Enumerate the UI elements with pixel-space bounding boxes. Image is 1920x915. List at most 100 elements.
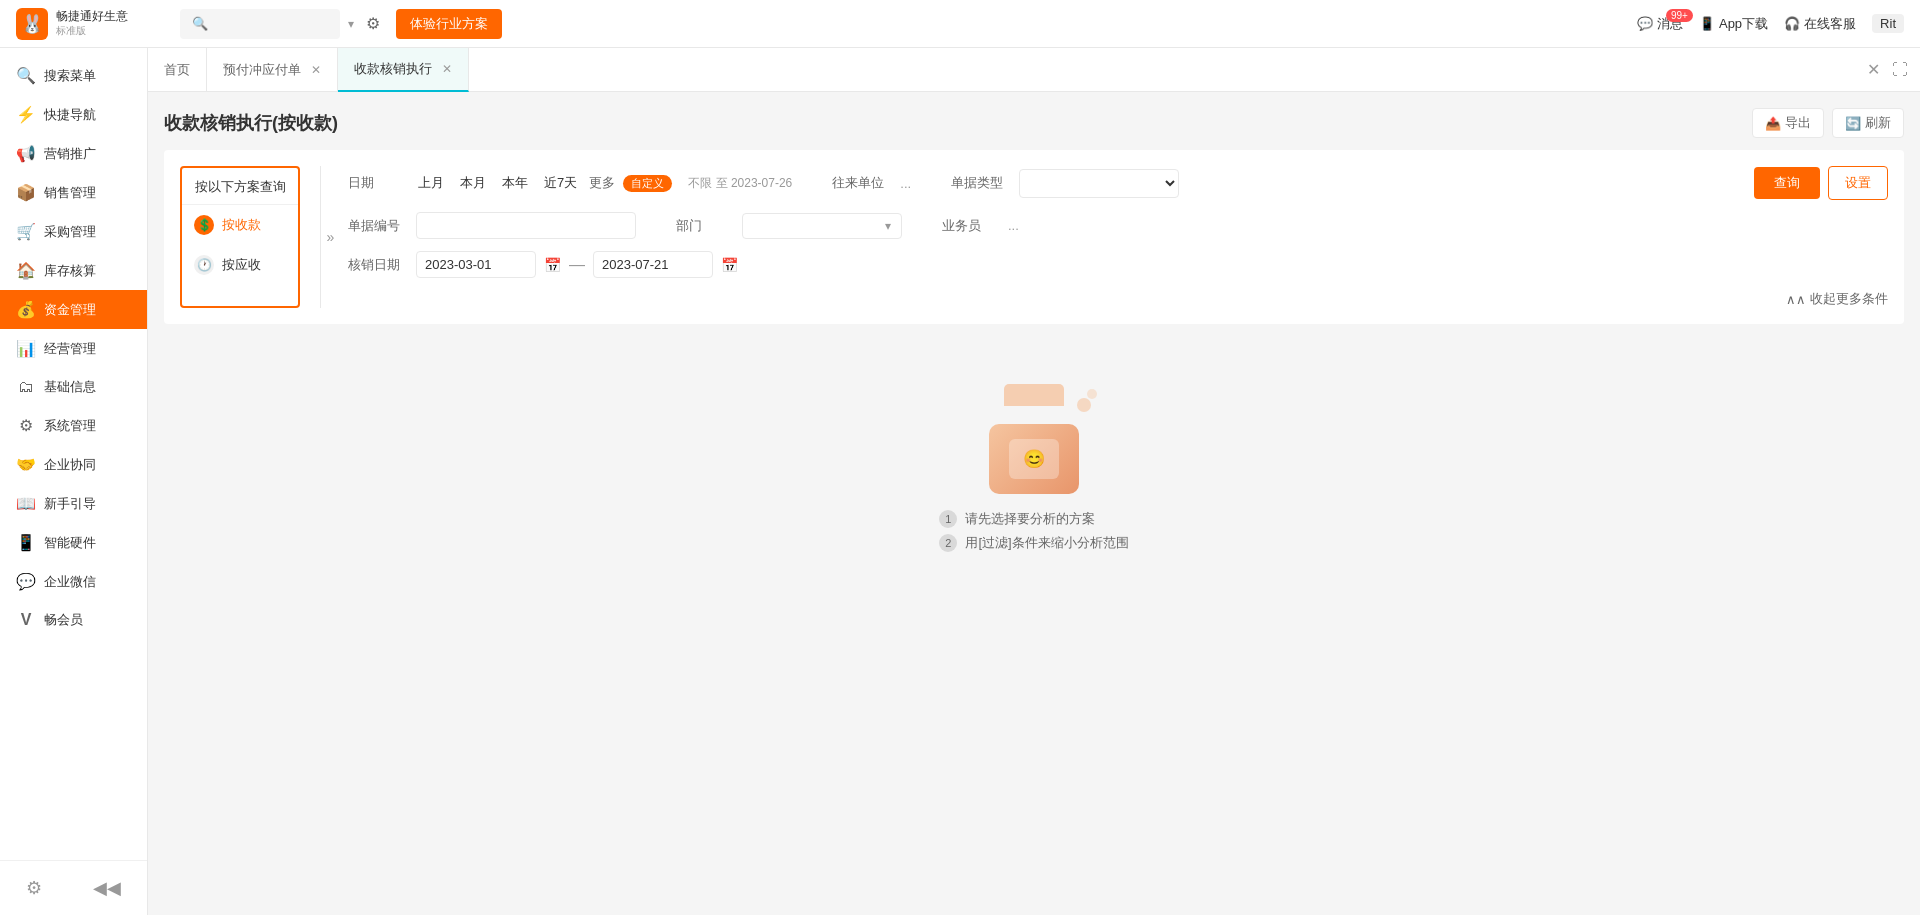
tab-receipt-verify[interactable]: 收款核销执行 ✕ [338,48,469,92]
dept-label: 部门 [676,217,726,235]
sidebar-item-finance[interactable]: 💰 资金管理 [0,290,147,329]
sidebar-item-member[interactable]: V 畅会员 [0,601,147,639]
filter-sidebar: 按以下方案查询 💲 按收款 🕐 按应收 [180,166,300,308]
filter-actions: 查询 设置 [1754,166,1888,200]
search-menu-icon: 🔍 [16,66,36,85]
basic-info-icon: 🗂 [16,378,36,396]
staff-label: 业务员 [942,217,992,235]
top-bar-right: 💬 消息 99+ 📱 App下载 🎧 在线客服 Rit [1637,14,1904,33]
receivable-option-icon: 🕐 [194,255,214,275]
sidebar-item-guide[interactable]: 📖 新手引导 [0,484,147,523]
sidebar-item-quicknav[interactable]: ⚡ 快捷导航 [0,95,147,134]
sidebar-item-marketing[interactable]: 📢 营销推广 [0,134,147,173]
tab-maximize-icon[interactable]: ⛶ [1888,57,1912,83]
online-service-button[interactable]: 🎧 在线客服 [1784,15,1856,33]
empty-tips: 1 请先选择要分析的方案 2 用[过滤]条件来缩小分析范围 [939,510,1128,552]
finance-icon: 💰 [16,300,36,319]
filter-settings-button[interactable]: 设置 [1828,166,1888,200]
doc-num-input[interactable] [416,212,636,239]
page-content: 收款核销执行(按收款) 📤 导出 🔄 刷新 按以 [148,92,1920,915]
dept-arrow-icon: ▾ [885,219,891,233]
date-sub-label: 不限 至 2023-07-26 [688,175,792,192]
dept-select[interactable]: ▾ [742,213,902,239]
sales-icon: 📦 [16,183,36,202]
refresh-icon: 🔄 [1845,116,1861,131]
sidebar-item-system[interactable]: ⚙ 系统管理 [0,406,147,445]
logo-name: 畅捷通好生意 [56,9,128,25]
marketing-icon: 📢 [16,144,36,163]
tab-close-all-icon[interactable]: ✕ [1863,56,1884,83]
verify-date-end-cal-icon[interactable]: 📅 [721,257,738,273]
top-bar: 🐰 畅捷通好生意 标准版 🔍 ▾ ⚙ 体验行业方案 💬 消息 99+ 📱 App… [0,0,1920,48]
filter-option-by-receivable[interactable]: 🕐 按应收 [182,245,298,285]
msg-button[interactable]: 💬 消息 99+ [1637,15,1683,33]
logo-tag: 标准版 [56,24,128,38]
sidebar-collapse-icon[interactable]: ◀◀ [85,869,129,907]
partner-label: 往来单位 [832,174,884,192]
collapse-more-btn[interactable]: ∧∧ 收起更多条件 [348,290,1888,308]
empty-state: 😊 1 请先选择要分析的方案 2 用[过滤]条件来缩小分析范围 [164,324,1904,592]
date-this-month[interactable]: 本月 [456,172,490,194]
app-logo: 🐰 畅捷通好生意 标准版 [16,8,164,40]
filter-section: 按以下方案查询 💲 按收款 🕐 按应收 » [164,150,1904,324]
empty-tip-1: 1 请先选择要分析的方案 [939,510,1128,528]
sidebar-item-purchase[interactable]: 🛒 采购管理 [0,212,147,251]
export-button[interactable]: 📤 导出 [1752,108,1824,138]
staff-dots[interactable]: ... [1008,218,1019,233]
tab-prepay-close[interactable]: ✕ [311,63,321,77]
sidebar-item-management[interactable]: 📊 经营管理 [0,329,147,368]
tab-bar-actions: ✕ ⛶ [1863,56,1920,83]
tab-receipt-close[interactable]: ✕ [442,62,452,76]
filter-sidebar-collapse-btn[interactable]: » [320,166,340,308]
page-header-actions: 📤 导出 🔄 刷新 [1752,108,1904,138]
app-download-button[interactable]: 📱 App下载 [1699,15,1768,33]
page-title: 收款核销执行(按收款) [164,111,338,135]
filter-form: 日期 上月 本月 本年 近7天 更多 自定义 不限 至 2023-07-26 [348,166,1888,308]
purchase-icon: 🛒 [16,222,36,241]
solution-button[interactable]: 体验行业方案 [396,9,502,39]
verify-date-end-input[interactable] [593,251,713,278]
sidebar-item-enterprise[interactable]: 🤝 企业协同 [0,445,147,484]
sidebar-item-sales[interactable]: 📦 销售管理 [0,173,147,212]
date-last-7days[interactable]: 近7天 [540,172,581,194]
tab-home[interactable]: 首页 [148,48,207,92]
sidebar-settings-icon[interactable]: ⚙ [18,869,50,907]
filter-row-3: 核销日期 📅 — 📅 [348,251,1888,278]
hardware-icon: 📱 [16,533,36,552]
partner-dots[interactable]: ... [900,176,911,191]
tip-num-1: 1 [939,510,957,528]
search-box[interactable]: 🔍 [180,9,340,39]
sidebar-item-basic-info[interactable]: 🗂 基础信息 [0,368,147,406]
verify-date-start-cal-icon[interactable]: 📅 [544,257,561,273]
filter-sidebar-title: 按以下方案查询 [182,168,298,205]
logo-icon: 🐰 [16,8,48,40]
sidebar-item-search[interactable]: 🔍 搜索菜单 [0,56,147,95]
doc-type-select[interactable] [1019,169,1179,198]
main-layout: 🔍 搜索菜单 ⚡ 快捷导航 📢 营销推广 📦 销售管理 🛒 采购管理 🏠 库存核… [0,48,1920,915]
date-last-month[interactable]: 上月 [414,172,448,194]
search-dropdown-icon[interactable]: ▾ [348,17,354,31]
wechat-icon: 💬 [16,572,36,591]
top-gear-icon[interactable]: ⚙ [366,14,380,33]
sidebar-item-wechat[interactable]: 💬 企业微信 [0,562,147,601]
date-this-year[interactable]: 本年 [498,172,532,194]
tab-prepay[interactable]: 预付冲应付单 ✕ [207,48,338,92]
receipt-option-icon: 💲 [194,215,214,235]
quicknav-icon: ⚡ [16,105,36,124]
verify-date-range: 📅 — 📅 [416,251,738,278]
msg-badge: 99+ [1666,9,1693,22]
date-more[interactable]: 更多 [589,174,615,192]
date-custom-badge[interactable]: 自定义 [623,175,672,192]
inventory-icon: 🏠 [16,261,36,280]
query-button[interactable]: 查询 [1754,167,1820,199]
username-label: Rit [1872,14,1904,33]
filter-option-by-receipt[interactable]: 💲 按收款 [182,205,298,245]
tip-num-2: 2 [939,534,957,552]
sidebar-item-hardware[interactable]: 📱 智能硬件 [0,523,147,562]
verify-date-start-input[interactable] [416,251,536,278]
sidebar: 🔍 搜索菜单 ⚡ 快捷导航 📢 营销推广 📦 销售管理 🛒 采购管理 🏠 库存核… [0,48,148,915]
doc-num-label: 单据编号 [348,217,400,235]
refresh-button[interactable]: 🔄 刷新 [1832,108,1904,138]
filter-row-2: 单据编号 部门 ▾ 业务员 ... [348,212,1888,239]
sidebar-item-inventory[interactable]: 🏠 库存核算 [0,251,147,290]
